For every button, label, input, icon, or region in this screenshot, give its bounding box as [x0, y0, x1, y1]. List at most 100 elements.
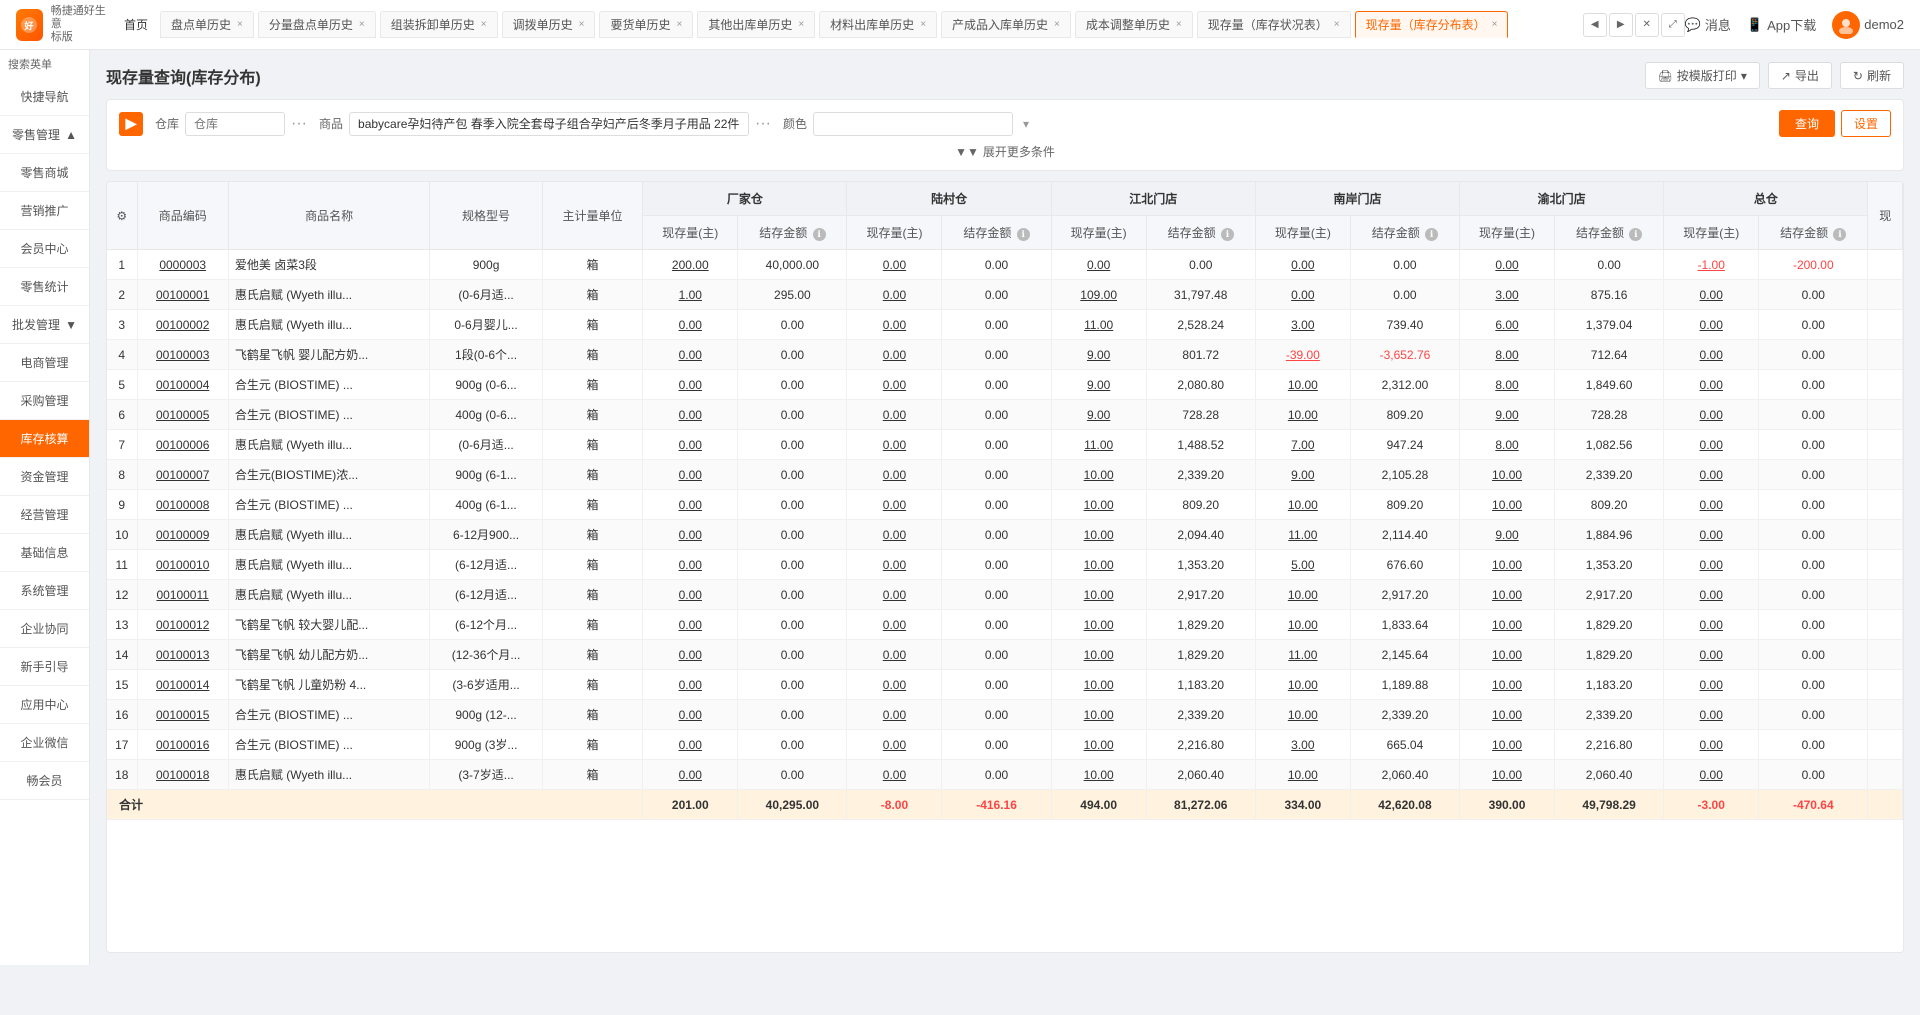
- sidebar-search[interactable]: 搜索英单: [0, 50, 89, 78]
- sidebar-item-member2[interactable]: 畅会员: [0, 762, 89, 800]
- row-jb-qty: 10.00: [1051, 490, 1146, 520]
- sidebar-item-wechat[interactable]: 企业微信: [0, 724, 89, 762]
- search-btn[interactable]: 查询: [1779, 110, 1835, 137]
- sidebar-item-guide[interactable]: 新手引导: [0, 648, 89, 686]
- color-input[interactable]: [813, 112, 1013, 136]
- row-factory-amt: 0.00: [738, 490, 847, 520]
- row-idx: 11: [107, 550, 137, 580]
- row-code: 00100010: [137, 550, 228, 580]
- print-btn[interactable]: 🖨 按模版打印 ▾: [1645, 62, 1760, 89]
- sidebar-item-wholesale[interactable]: 批发管理 ▼: [0, 306, 89, 344]
- warehouse-picker-btn[interactable]: ···: [291, 115, 307, 133]
- row-yb-qty: 8.00: [1460, 430, 1555, 460]
- row-current: [1868, 730, 1903, 760]
- row-name: 合生元 (BIOSTIME) ...: [228, 700, 429, 730]
- user-menu[interactable]: demo2: [1832, 11, 1904, 39]
- row-yb-qty: 10.00: [1460, 760, 1555, 790]
- search-toggle-btn[interactable]: ▶: [119, 112, 143, 136]
- row-total-qty: 0.00: [1664, 460, 1759, 490]
- row-land-amt: 0.00: [942, 490, 1051, 520]
- page-content: 现存量查询(库存分布) 🖨 按模版打印 ▾ ↗ 导出 ↻ 刷新: [90, 50, 1920, 965]
- row-factory-amt: 0.00: [738, 340, 847, 370]
- tab-product-in[interactable]: 产成品入库单历史 ×: [941, 11, 1071, 38]
- sidebar-item-apps[interactable]: 应用中心: [0, 686, 89, 724]
- row-unit: 箱: [542, 670, 643, 700]
- sidebar-item-finance[interactable]: 资金管理: [0, 458, 89, 496]
- expand-more-btn[interactable]: ▼▼ 展开更多条件: [119, 143, 1891, 160]
- row-code: 00100013: [137, 640, 228, 670]
- sidebar-item-member[interactable]: 会员中心: [0, 230, 89, 268]
- col-gear: ⚙: [107, 182, 137, 250]
- nav-expand[interactable]: ⤢: [1661, 13, 1685, 37]
- row-jb-qty: 10.00: [1051, 610, 1146, 640]
- sidebar-item-retail-stat[interactable]: 零售统计: [0, 268, 89, 306]
- row-name: 合生元 (BIOSTIME) ...: [228, 730, 429, 760]
- download-icon: 📱: [1747, 17, 1763, 33]
- row-factory-amt: 0.00: [738, 700, 847, 730]
- tab-other-out[interactable]: 其他出库单历史 ×: [697, 11, 815, 38]
- app-download-btn[interactable]: 📱 App下载: [1747, 15, 1816, 34]
- info-icon-6[interactable]: ℹ: [1833, 228, 1846, 241]
- tab-partial-check[interactable]: 分量盘点单历史 ×: [258, 11, 376, 38]
- goods-input[interactable]: [349, 112, 749, 136]
- row-land-amt: 0.00: [942, 370, 1051, 400]
- settings-btn[interactable]: 设置: [1841, 110, 1891, 137]
- sidebar-item-purchase[interactable]: 采购管理: [0, 382, 89, 420]
- row-factory-qty: 0.00: [643, 700, 738, 730]
- sidebar-item-marketing[interactable]: 营销推广: [0, 192, 89, 230]
- info-icon-3[interactable]: ℹ: [1221, 228, 1234, 241]
- tab-stock-status[interactable]: 现存量（库存状况表） ×: [1197, 11, 1351, 38]
- tab-assemble[interactable]: 组装拆卸单历史 ×: [380, 11, 498, 38]
- row-code: 00100018: [137, 760, 228, 790]
- row-yb-amt: 875.16: [1555, 280, 1664, 310]
- row-spec: 400g (6-1...: [430, 490, 542, 520]
- row-name: 惠氏启赋 (Wyeth illu...: [228, 430, 429, 460]
- tab-inventory-check[interactable]: 盘点单历史 ×: [160, 11, 254, 38]
- sidebar-item-nav[interactable]: 快捷导航: [0, 78, 89, 116]
- tab-demand[interactable]: 要货单历史 ×: [599, 11, 693, 38]
- row-jb-amt: 2,339.20: [1146, 700, 1255, 730]
- goods-picker-btn[interactable]: ···: [755, 115, 771, 133]
- tab-material-out[interactable]: 材料出库单历史 ×: [819, 11, 937, 38]
- tab-transfer[interactable]: 调拨单历史 ×: [502, 11, 596, 38]
- nav-next[interactable]: ▶: [1609, 13, 1633, 37]
- row-factory-qty: 0.00: [643, 430, 738, 460]
- row-total-amt: 0.00: [1759, 670, 1868, 700]
- col-yb-amt: 结存金额 ℹ: [1555, 216, 1664, 250]
- nav-prev[interactable]: ◀: [1583, 13, 1607, 37]
- refresh-btn[interactable]: ↻ 刷新: [1840, 62, 1904, 89]
- sum-c9: 390.00: [1460, 790, 1555, 820]
- row-jb-qty: 10.00: [1051, 760, 1146, 790]
- sidebar-item-collab[interactable]: 企业协同: [0, 610, 89, 648]
- color-dropdown-icon[interactable]: ▾: [1023, 117, 1029, 131]
- row-factory-qty: 0.00: [643, 730, 738, 760]
- sidebar-item-system[interactable]: 系统管理: [0, 572, 89, 610]
- table-row: 2 00100001 惠氏启赋 (Wyeth illu... (0-6月适...…: [107, 280, 1903, 310]
- message-btn[interactable]: 💬 消息: [1685, 15, 1731, 34]
- row-total-amt: 0.00: [1759, 760, 1868, 790]
- export-btn[interactable]: ↗ 导出: [1768, 62, 1832, 89]
- info-icon-1[interactable]: ℹ: [813, 228, 826, 241]
- page-title: 现存量查询(库存分布): [106, 64, 261, 88]
- info-icon-2[interactable]: ℹ: [1017, 228, 1030, 241]
- chevron-down-icon: ▼: [65, 318, 77, 332]
- sidebar-item-retail-store[interactable]: 零售商城: [0, 154, 89, 192]
- info-icon-4[interactable]: ℹ: [1425, 228, 1438, 241]
- summary-row: 合计 201.00 40,295.00 -8.00 -416.16 494.00…: [107, 790, 1903, 820]
- row-yb-qty: 10.00: [1460, 550, 1555, 580]
- row-na-amt: 0.00: [1350, 250, 1459, 280]
- info-icon-5[interactable]: ℹ: [1629, 228, 1642, 241]
- row-na-amt: 739.40: [1350, 310, 1459, 340]
- tab-cost-adjust[interactable]: 成本调整单历史 ×: [1075, 11, 1193, 38]
- sidebar-item-operations[interactable]: 经营管理: [0, 496, 89, 534]
- sidebar-item-retail-mgmt[interactable]: 零售管理 ▲: [0, 116, 89, 154]
- sidebar-item-base[interactable]: 基础信息: [0, 534, 89, 572]
- tab-stock-dist[interactable]: 现存量（库存分布表） ×: [1355, 11, 1509, 38]
- sidebar-item-inventory[interactable]: 库存核算: [0, 420, 89, 458]
- nav-close-all[interactable]: ✕: [1635, 13, 1659, 37]
- sidebar-item-ecommerce[interactable]: 电商管理: [0, 344, 89, 382]
- row-name: 飞鹤星飞帆 婴儿配方奶...: [228, 340, 429, 370]
- nav-home[interactable]: 首页: [114, 12, 158, 37]
- warehouse-input[interactable]: [185, 112, 285, 136]
- row-unit: 箱: [542, 580, 643, 610]
